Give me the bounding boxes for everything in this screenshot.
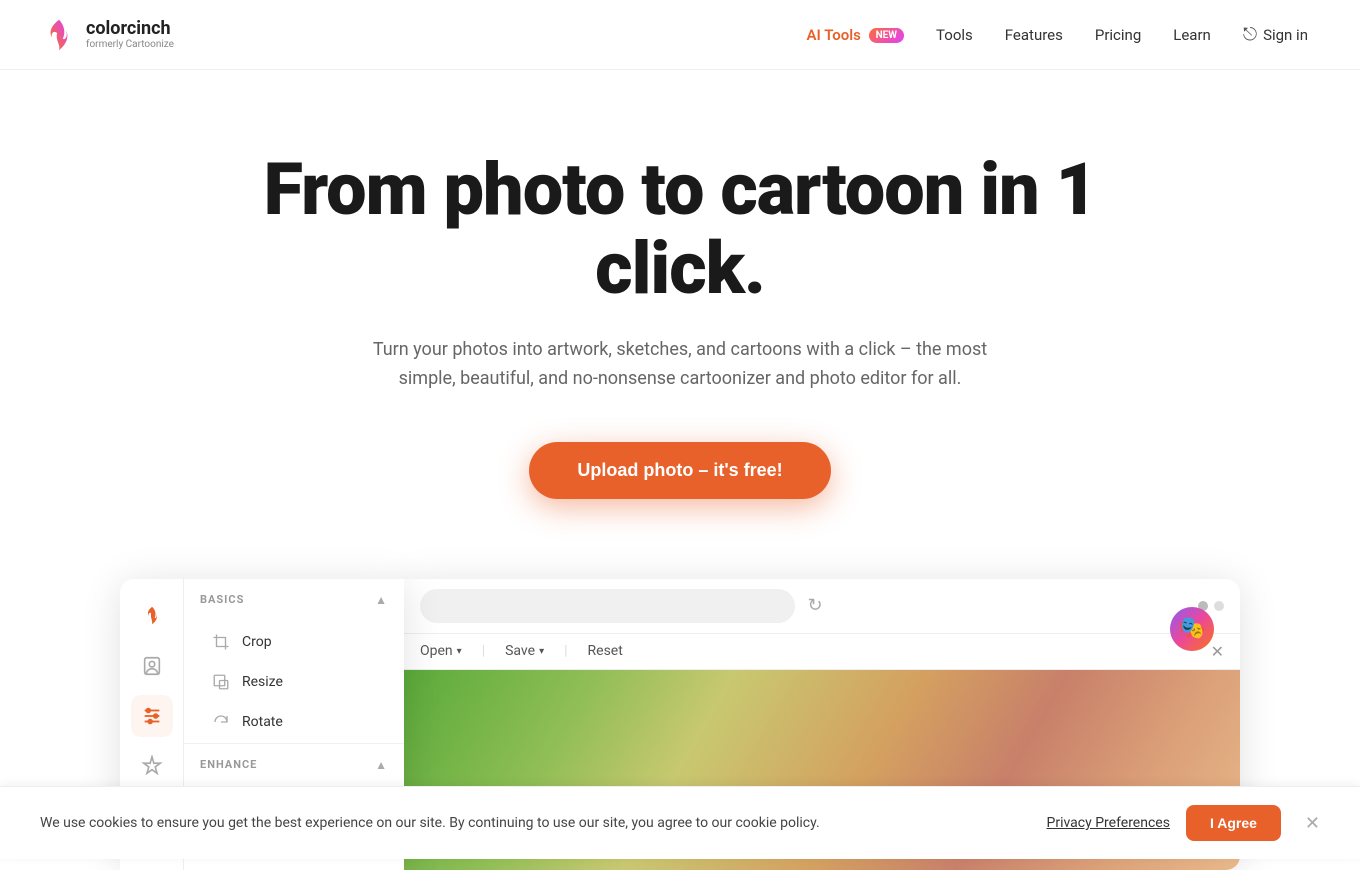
nav-features[interactable]: Features bbox=[993, 20, 1075, 50]
panel-basics-header[interactable]: BASICS ▲ bbox=[184, 579, 404, 621]
sparkle-icon bbox=[141, 755, 163, 777]
cookie-close-icon[interactable]: ✕ bbox=[1305, 813, 1320, 834]
ai-btn[interactable] bbox=[131, 745, 173, 787]
navbar: colorcinch formerly Cartoonize AI Tools … bbox=[0, 0, 1360, 70]
panel-basics: BASICS ▲ Crop Resize bbox=[184, 579, 404, 744]
rotate-icon bbox=[212, 713, 230, 731]
panel-item-crop[interactable]: Crop bbox=[192, 623, 396, 661]
open-button[interactable]: Open ▾ bbox=[420, 643, 462, 659]
reset-button[interactable]: Reset bbox=[588, 643, 623, 659]
agree-button[interactable]: I Agree bbox=[1186, 805, 1281, 841]
signin-icon: ⎋ bbox=[1243, 24, 1257, 45]
hero-section: From photo to cartoon in 1 click. Turn y… bbox=[0, 70, 1360, 539]
logo-icon bbox=[40, 16, 78, 54]
save-button[interactable]: Save ▾ bbox=[505, 643, 544, 659]
resize-icon bbox=[212, 673, 230, 691]
panel-item-resize[interactable]: Resize bbox=[192, 663, 396, 701]
editor-topbar: ↻ bbox=[404, 579, 1240, 634]
portrait-btn[interactable] bbox=[131, 645, 173, 687]
hero-subtitle: Turn your photos into artwork, sketches,… bbox=[360, 336, 1000, 394]
panel-enhance: ENHANCE ▲ bbox=[184, 744, 404, 787]
cookie-banner: We use cookies to ensure you get the bes… bbox=[0, 786, 1360, 859]
logo[interactable]: colorcinch formerly Cartoonize bbox=[40, 16, 174, 54]
cookie-text: We use cookies to ensure you get the bes… bbox=[40, 815, 1017, 831]
panel-item-rotate[interactable]: Rotate bbox=[192, 703, 396, 741]
logo-name: colorcinch bbox=[86, 19, 174, 39]
signin-button[interactable]: ⎋ Sign in bbox=[1231, 18, 1320, 51]
sliders-icon bbox=[141, 705, 163, 727]
privacy-preferences-link[interactable]: Privacy Preferences bbox=[1047, 815, 1170, 831]
editor-logo-icon bbox=[141, 605, 163, 627]
editor-search[interactable] bbox=[420, 589, 795, 623]
panel-enhance-header[interactable]: ENHANCE ▲ bbox=[184, 744, 404, 786]
crop-icon bbox=[212, 633, 230, 651]
chevron-up-icon: ▲ bbox=[375, 593, 388, 607]
new-badge: NEW bbox=[869, 28, 904, 43]
nav-learn[interactable]: Learn bbox=[1161, 20, 1223, 50]
logo-sub: formerly Cartoonize bbox=[86, 39, 174, 50]
nav-links: AI Tools NEW Tools Features Pricing Lear… bbox=[795, 18, 1320, 51]
editor-logo-btn[interactable] bbox=[131, 595, 173, 637]
nav-ai-tools[interactable]: AI Tools NEW bbox=[795, 20, 917, 50]
save-chevron-icon: ▾ bbox=[539, 646, 544, 657]
hero-title: From photo to cartoon in 1 click. bbox=[230, 150, 1130, 308]
refresh-icon[interactable]: ↻ bbox=[807, 595, 822, 616]
upload-button[interactable]: Upload photo – it's free! bbox=[529, 442, 830, 499]
close-icon[interactable]: ✕ bbox=[1211, 642, 1224, 661]
editor-toolbar: Open ▾ | Save ▾ | Reset 🎭 ✕ bbox=[404, 634, 1240, 670]
sliders-btn[interactable] bbox=[131, 695, 173, 737]
open-chevron-icon: ▾ bbox=[457, 646, 462, 657]
dot-2 bbox=[1214, 601, 1224, 611]
portrait-icon bbox=[141, 655, 163, 677]
chevron-down-icon: ▲ bbox=[375, 758, 388, 772]
user-avatar[interactable]: 🎭 bbox=[1170, 607, 1214, 651]
nav-tools[interactable]: Tools bbox=[924, 20, 985, 50]
nav-pricing[interactable]: Pricing bbox=[1083, 20, 1153, 50]
cookie-actions: Privacy Preferences I Agree ✕ bbox=[1047, 805, 1321, 841]
